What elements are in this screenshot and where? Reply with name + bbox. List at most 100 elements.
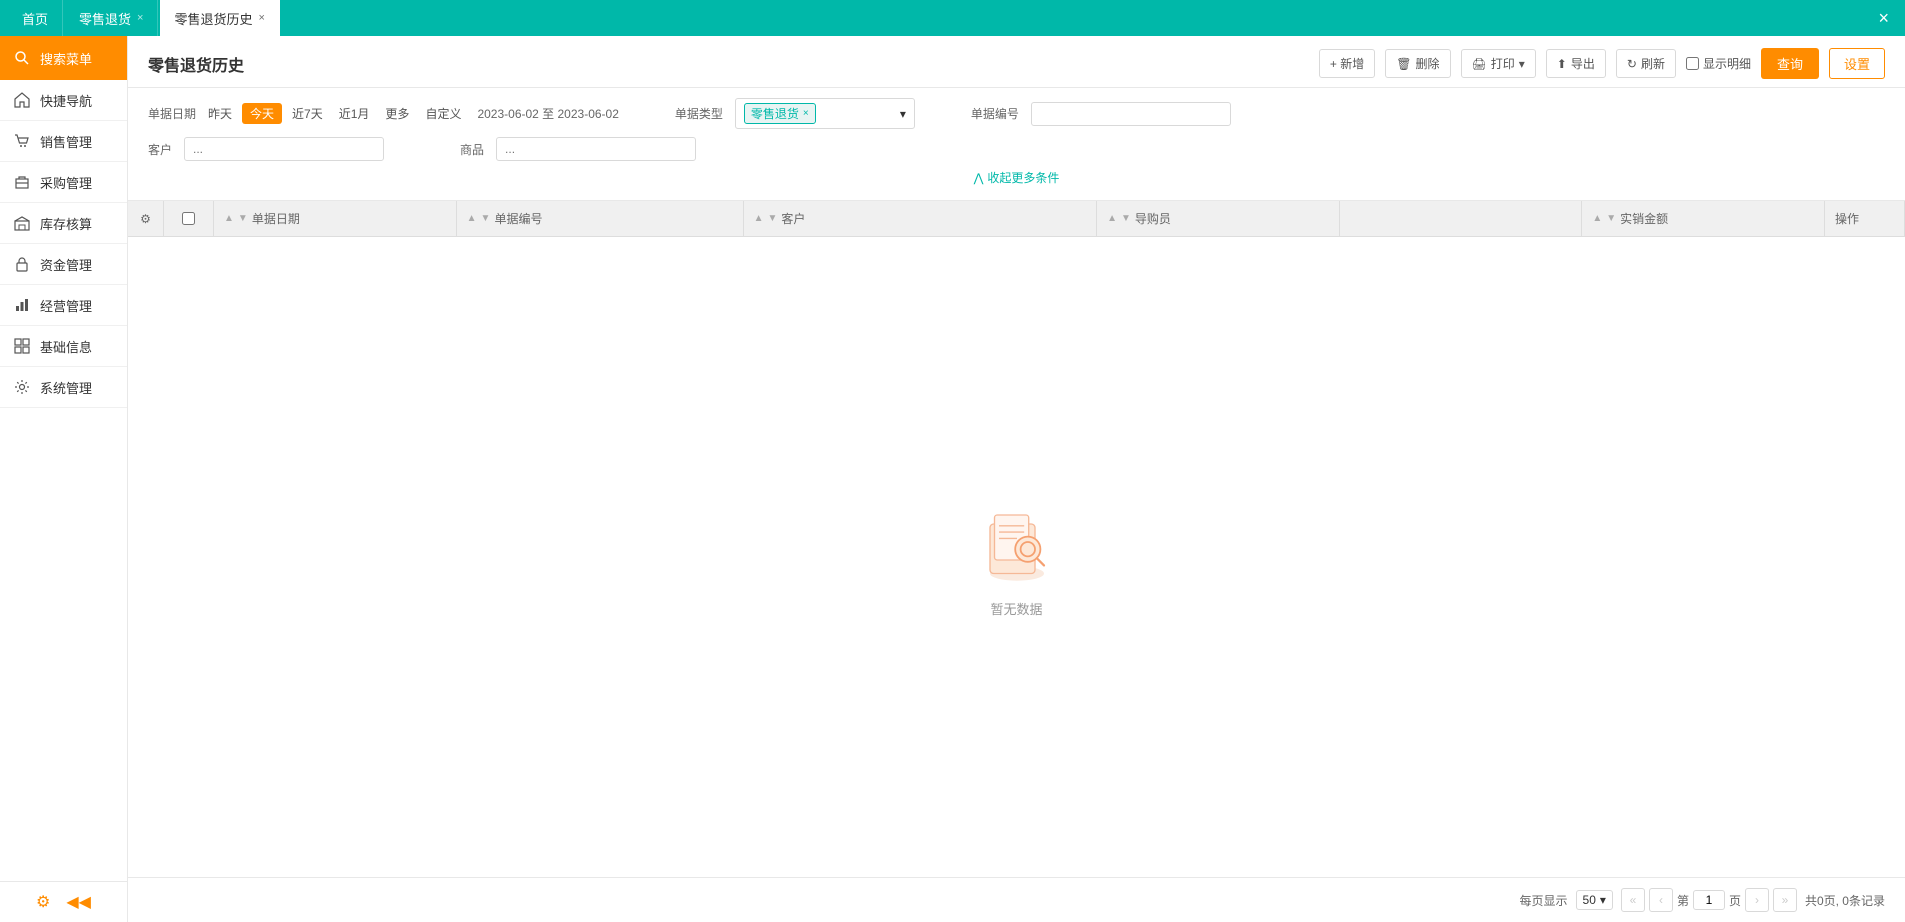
doc-type-label: 单据类型 <box>675 105 723 122</box>
sort-asc-icon-amt: ▲ <box>1592 213 1602 224</box>
table-body: 暂无数据 <box>128 237 1905 877</box>
doc-num-label: 单据编号 <box>971 105 1019 122</box>
filter-row-2: 客户 商品 <box>148 137 1885 161</box>
sidebar-item-purchase[interactable]: 采购管理 <box>0 162 127 203</box>
warehouse-icon <box>12 213 32 233</box>
box-icon <box>12 172 32 192</box>
sidebar-item-inventory[interactable]: 库存核算 <box>0 203 127 244</box>
top-bar: 首页 零售退货 × 零售退货历史 × × <box>0 0 1905 36</box>
main-content: 零售退货历史 + 新增 🗑 删除 🖨 打印 ▾ ⬆ 导出 <box>128 36 1905 922</box>
page-prev-button[interactable]: ‹ <box>1649 888 1673 912</box>
select-all-checkbox[interactable] <box>182 212 195 225</box>
empty-text: 暂无数据 <box>990 599 1042 618</box>
date-btn-custom[interactable]: 自定义 <box>419 103 467 124</box>
date-btn-1month[interactable]: 近1月 <box>333 103 376 124</box>
th-checkbox <box>164 201 214 236</box>
sidebar-item-system[interactable]: 系统管理 <box>0 367 127 408</box>
sidebar-search[interactable]: 搜索菜单 <box>0 36 127 80</box>
page-label-post: 页 <box>1729 892 1741 909</box>
date-btn-today[interactable]: 今天 <box>242 103 282 124</box>
refresh-button[interactable]: ↻ 刷新 <box>1616 49 1676 78</box>
sidebar-label-inventory: 库存核算 <box>40 214 92 233</box>
grid-icon <box>12 336 32 356</box>
show-detail-checkbox[interactable] <box>1686 57 1699 70</box>
page-last-button[interactable]: » <box>1773 888 1797 912</box>
sidebar-label-purchase: 采购管理 <box>40 173 92 192</box>
doc-num-input[interactable] <box>1031 102 1231 126</box>
customer-input[interactable] <box>184 137 384 161</box>
th-number[interactable]: ▲ ▼ 单据编号 <box>457 201 744 236</box>
date-btn-yesterday[interactable]: 昨天 <box>202 103 238 124</box>
settings-button[interactable]: 设置 <box>1829 48 1885 79</box>
sidebar-item-operation[interactable]: 经营管理 <box>0 285 127 326</box>
date-filter: 单据日期 昨天 今天 近7天 近1月 更多 自定义 2023-06-02 至 2… <box>148 103 619 124</box>
window-close-button[interactable]: × <box>1878 8 1889 29</box>
customer-label: 客户 <box>148 141 172 158</box>
date-btn-7days[interactable]: 近7天 <box>286 103 329 124</box>
sidebar-label-operation: 经营管理 <box>40 296 92 315</box>
tab-close-retail-return-history[interactable]: × <box>258 12 264 24</box>
column-settings-icon[interactable]: ⚙ <box>140 212 151 226</box>
filter-row-1: 单据日期 昨天 今天 近7天 近1月 更多 自定义 2023-06-02 至 2… <box>148 98 1885 129</box>
sort-desc-icon-num: ▼ <box>481 213 491 224</box>
sidebar-item-quick-nav[interactable]: 快捷导航 <box>0 80 127 121</box>
collapse-button[interactable]: ⋀ 收起更多条件 <box>974 169 1060 186</box>
lock-icon <box>12 254 32 274</box>
sort-desc-icon-cust: ▼ <box>768 213 778 224</box>
sort-desc-icon-amt: ▼ <box>1606 213 1616 224</box>
sort-asc-icon-num: ▲ <box>467 213 477 224</box>
per-page-label: 每页显示 <box>1520 892 1568 909</box>
print-chevron-icon: ▾ <box>1519 57 1525 71</box>
th-date[interactable]: ▲ ▼ 单据日期 <box>214 201 457 236</box>
new-button[interactable]: + 新增 <box>1319 49 1375 78</box>
doc-type-select[interactable]: 零售退货 × ▾ <box>735 98 915 129</box>
per-page-select[interactable]: 50 ▾ <box>1576 890 1613 910</box>
page-first-button[interactable]: « <box>1621 888 1645 912</box>
export-button[interactable]: ⬆ 导出 <box>1546 49 1606 78</box>
goods-label: 商品 <box>460 141 484 158</box>
page-nav: « ‹ 第 页 › » <box>1621 888 1797 912</box>
page-next-button[interactable]: › <box>1745 888 1769 912</box>
delete-icon: 🗑 <box>1396 57 1411 71</box>
total-info: 共0页, 0条记录 <box>1805 892 1885 909</box>
layout: 搜索菜单 快捷导航 销售管理 采购管理 库存核算 <box>0 36 1905 922</box>
speaker-icon[interactable]: ◀◀ <box>66 892 91 912</box>
date-btn-more[interactable]: 更多 <box>379 103 415 124</box>
tab-close-retail-return[interactable]: × <box>137 12 143 24</box>
customer-filter: 客户 <box>148 137 384 161</box>
tab-list: 首页 零售退货 × 零售退货历史 × <box>8 0 1870 36</box>
doc-type-tag-close[interactable]: × <box>803 108 809 119</box>
th-amount[interactable]: ▲ ▼ 实销金额 <box>1582 201 1825 236</box>
delete-button[interactable]: 🗑 删除 <box>1385 49 1450 78</box>
page-number-input[interactable] <box>1693 890 1725 910</box>
tab-retail-return-history[interactable]: 零售退货历史 × <box>160 0 279 36</box>
print-button[interactable]: 🖨 打印 ▾ <box>1461 49 1536 78</box>
date-filter-label: 单据日期 <box>148 105 196 122</box>
tab-home[interactable]: 首页 <box>8 0 63 36</box>
export-icon: ⬆ <box>1557 57 1567 71</box>
date-range-display: 2023-06-02 至 2023-06-02 <box>477 105 618 122</box>
gear-bottom-icon[interactable]: ⚙ <box>36 892 50 912</box>
tab-retail-return[interactable]: 零售退货 × <box>65 0 158 36</box>
header-actions: + 新增 🗑 删除 🖨 打印 ▾ ⬆ 导出 ↻ 刷新 <box>1319 48 1885 79</box>
date-buttons: 昨天 今天 近7天 近1月 更多 自定义 <box>202 103 467 124</box>
th-customer[interactable]: ▲ ▼ 客户 <box>744 201 1097 236</box>
cart-icon <box>12 131 32 151</box>
doc-num-filter: 单据编号 <box>971 102 1231 126</box>
goods-input[interactable] <box>496 137 696 161</box>
sidebar-label-finance: 资金管理 <box>40 255 92 274</box>
filter-area: 单据日期 昨天 今天 近7天 近1月 更多 自定义 2023-06-02 至 2… <box>128 88 1905 201</box>
sort-asc-icon-guide: ▲ <box>1107 213 1117 224</box>
print-icon: 🖨 <box>1472 57 1487 71</box>
th-guide[interactable]: ▲ ▼ 导购员 <box>1097 201 1340 236</box>
sidebar-item-finance[interactable]: 资金管理 <box>0 244 127 285</box>
th-settings[interactable]: ⚙ <box>128 201 164 236</box>
pagination: 每页显示 50 ▾ « ‹ 第 页 › » 共0页, 0条记录 <box>128 877 1905 922</box>
sidebar-item-sales[interactable]: 销售管理 <box>0 121 127 162</box>
query-button[interactable]: 查询 <box>1761 48 1819 79</box>
select-chevron-icon: ▾ <box>900 107 906 121</box>
sidebar-label-system: 系统管理 <box>40 378 92 397</box>
empty-state-icon <box>972 497 1062 587</box>
sort-desc-icon-guide: ▼ <box>1121 213 1131 224</box>
sidebar-item-basic-info[interactable]: 基础信息 <box>0 326 127 367</box>
